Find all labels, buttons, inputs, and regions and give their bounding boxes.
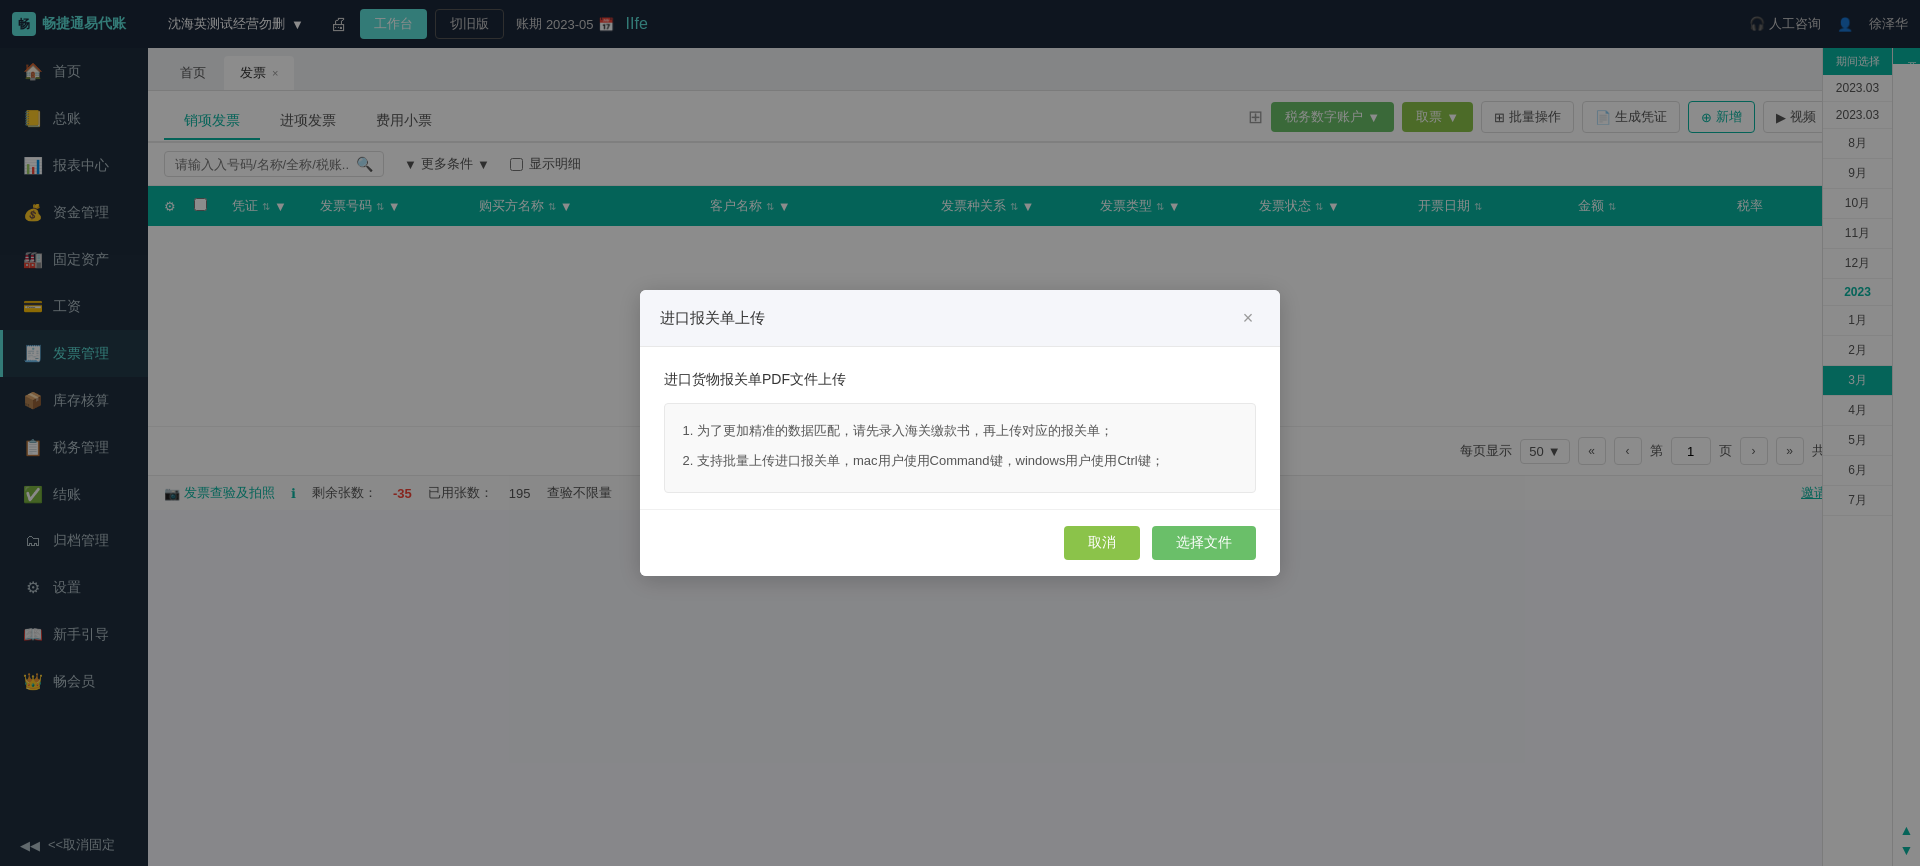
modal-cancel-button[interactable]: 取消 (1064, 526, 1140, 560)
notice-item-1: 为了更加精准的数据匹配，请先录入海关缴款书，再上传对应的报关单； (697, 418, 1239, 444)
modal-title: 进口报关单上传 (660, 309, 765, 328)
modal-overlay[interactable]: 进口报关单上传 × 进口货物报关单PDF文件上传 为了更加精准的数据匹配，请先录… (0, 0, 1920, 866)
import-customs-modal: 进口报关单上传 × 进口货物报关单PDF文件上传 为了更加精准的数据匹配，请先录… (640, 290, 1280, 576)
modal-header: 进口报关单上传 × (640, 290, 1280, 347)
upload-section-title: 进口货物报关单PDF文件上传 (664, 371, 1256, 389)
modal-select-file-button[interactable]: 选择文件 (1152, 526, 1256, 560)
modal-body: 进口货物报关单PDF文件上传 为了更加精准的数据匹配，请先录入海关缴款书，再上传… (640, 347, 1280, 509)
upload-notice: 为了更加精准的数据匹配，请先录入海关缴款书，再上传对应的报关单； 支持批量上传进… (664, 403, 1256, 493)
modal-footer: 取消 选择文件 (640, 509, 1280, 576)
modal-close-button[interactable]: × (1236, 306, 1260, 330)
notice-item-2: 支持批量上传进口报关单，mac用户使用Command键，windows用户使用C… (697, 448, 1239, 474)
